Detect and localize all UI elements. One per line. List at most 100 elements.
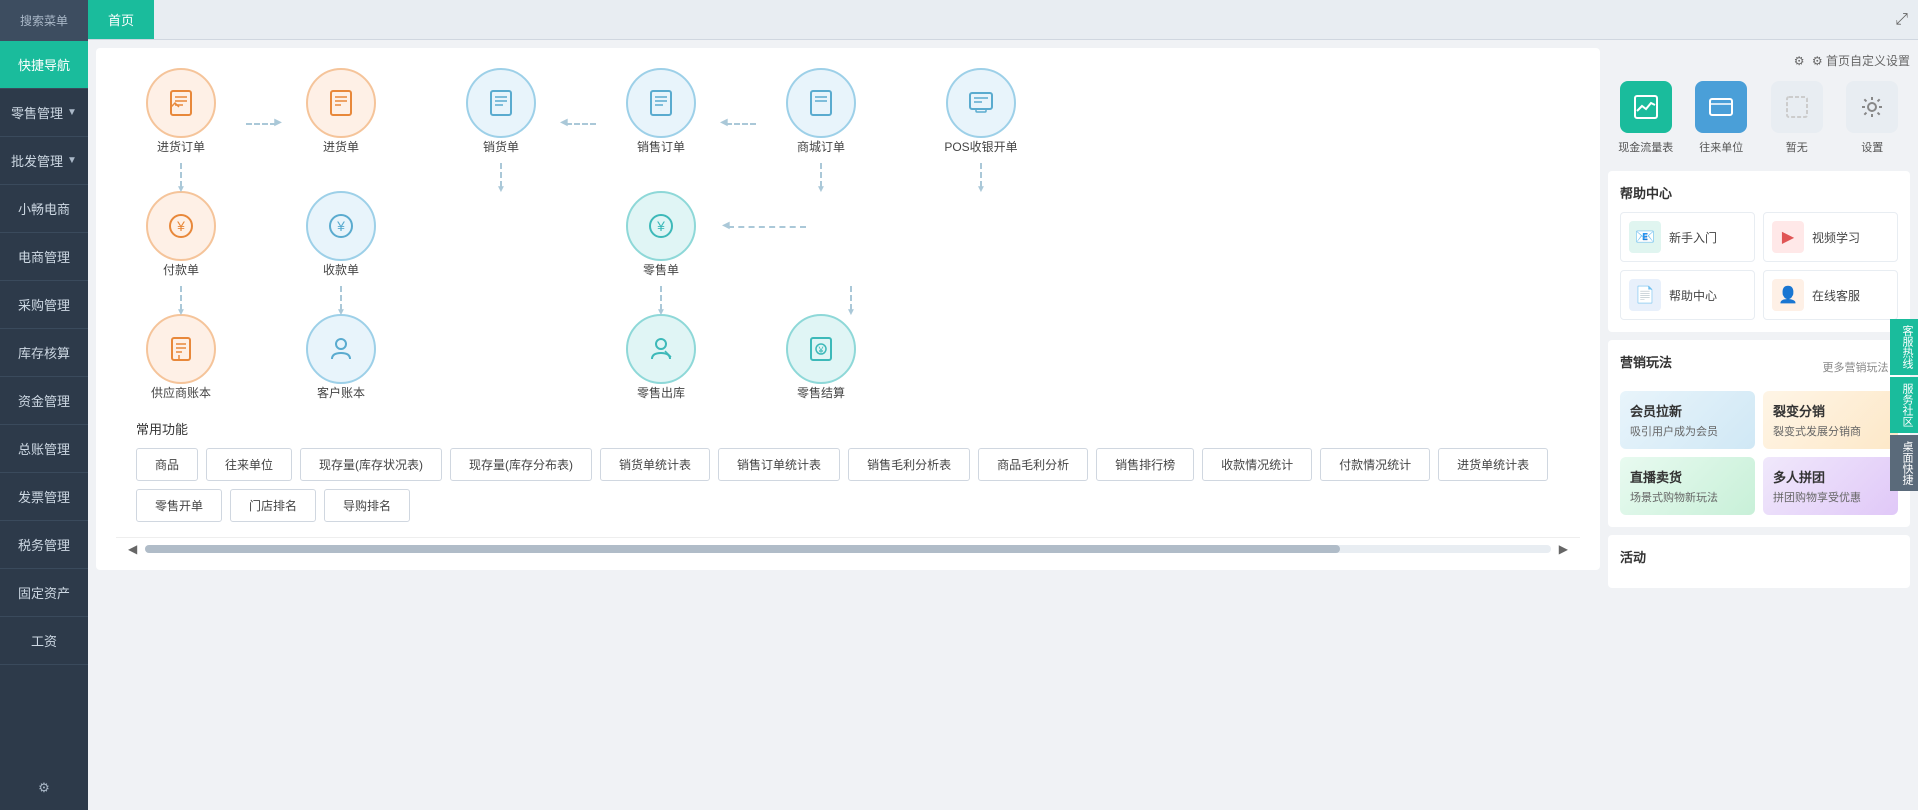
marketing-header: 营销玩法 更多营销玩法 > xyxy=(1620,352,1898,381)
cash-flow-label: 现金流量表 xyxy=(1618,139,1673,155)
help-item-service[interactable]: 👤 在线客服 xyxy=(1763,270,1898,320)
svg-text:¥: ¥ xyxy=(176,218,185,234)
sidebar-item-purchase-mgmt[interactable]: 采购管理 xyxy=(0,281,88,329)
flow-node-supplier-account[interactable]: 供应商账本 xyxy=(116,314,246,401)
flow-node-pos-cashier[interactable]: POS收银开单 xyxy=(916,68,1046,155)
partners-icon xyxy=(1695,81,1747,133)
func-btn-往来单位[interactable]: 往来单位 xyxy=(206,448,292,481)
service-label: 在线客服 xyxy=(1812,287,1860,304)
float-btn-customer-service[interactable]: 客服热线 xyxy=(1890,319,1918,375)
flow-node-mall-order[interactable]: 商城订单 xyxy=(756,68,886,155)
func-btn-销售订单统计表[interactable]: 销售订单统计表 xyxy=(718,448,840,481)
flow-node-retail-bill[interactable]: ◀ ¥ 零售单 xyxy=(596,191,726,278)
tab-bar: 首页 ⤢ xyxy=(88,0,1918,40)
retail-bill-icon: ¥ xyxy=(626,191,696,261)
partners-label: 往来单位 xyxy=(1699,139,1743,155)
fission-title: 裂变分销 xyxy=(1773,401,1888,420)
help-item-newbie[interactable]: 📧 新手入门 xyxy=(1620,212,1755,262)
purchase-bill-icon xyxy=(306,68,376,138)
func-btn-付款情况统计[interactable]: 付款情况统计 xyxy=(1320,448,1430,481)
func-buttons-container: 商品往来单位现存量(库存状况表)现存量(库存分布表)销货单统计表销售订单统计表销… xyxy=(136,448,1560,522)
member-title: 会员拉新 xyxy=(1630,401,1745,420)
float-btn-community[interactable]: 服务社区 xyxy=(1890,377,1918,433)
quick-icon-none[interactable]: 暂无 xyxy=(1763,81,1831,155)
sidebar-item-invoice-mgmt[interactable]: 发票管理 xyxy=(0,473,88,521)
sale-bill-icon xyxy=(466,68,536,138)
func-btn-收款情况统计[interactable]: 收款情况统计 xyxy=(1202,448,1312,481)
customer-account-label: 客户账本 xyxy=(317,384,365,401)
sale-bill-label: 销货单 xyxy=(483,138,519,155)
retail-outbound-icon xyxy=(626,314,696,384)
service-icon: 👤 xyxy=(1772,279,1804,311)
customize-header[interactable]: ⚙ ⚙ 首页自定义设置 xyxy=(1608,48,1910,73)
scroll-right-icon[interactable]: ▶ xyxy=(1555,542,1572,556)
chevron-down-icon: ▼ xyxy=(67,155,77,166)
customize-label: ⚙ 首页自定义设置 xyxy=(1812,54,1910,68)
flow-node-customer-account[interactable]: 客户账本 xyxy=(276,314,406,401)
scroll-left-icon[interactable]: ◀ xyxy=(124,542,141,556)
marketing-member[interactable]: 会员拉新 吸引用户成为会员 xyxy=(1620,391,1755,449)
marketing-more-link[interactable]: 更多营销玩法 > xyxy=(1823,359,1898,375)
scroll-track[interactable] xyxy=(145,545,1551,553)
func-btn-商品毛利分析[interactable]: 商品毛利分析 xyxy=(978,448,1088,481)
member-sub: 吸引用户成为会员 xyxy=(1630,423,1745,439)
func-btn-销货单统计表[interactable]: 销货单统计表 xyxy=(600,448,710,481)
payment-icon: ¥ xyxy=(146,191,216,261)
marketing-live[interactable]: 直播卖货 场景式购物新玩法 xyxy=(1620,457,1755,515)
flow-node-receipt[interactable]: ¥ 收款单 xyxy=(276,191,406,278)
sidebar-item-fixed-assets[interactable]: 固定资产 xyxy=(0,569,88,617)
help-item-help[interactable]: 📄 帮助中心 xyxy=(1620,270,1755,320)
video-icon: ▶ xyxy=(1772,221,1804,253)
sidebar-item-quick-nav[interactable]: 快捷导航 xyxy=(0,41,88,89)
flow-node-purchase-bill[interactable]: 进货单 xyxy=(276,68,406,155)
func-btn-进货单统计表[interactable]: 进货单统计表 xyxy=(1438,448,1548,481)
settings-icon-box xyxy=(1846,81,1898,133)
live-title: 直播卖货 xyxy=(1630,467,1745,486)
func-btn-导购排名[interactable]: 导购排名 xyxy=(324,489,410,522)
sidebar-item-salary[interactable]: 工资 xyxy=(0,617,88,665)
quick-icon-cash-flow[interactable]: 现金流量表 xyxy=(1612,81,1680,155)
sale-order-icon xyxy=(626,68,696,138)
tab-expand-icon[interactable]: ⤢ xyxy=(1885,3,1918,37)
tab-home[interactable]: 首页 xyxy=(88,0,154,39)
marketing-card: 营销玩法 更多营销玩法 > 会员拉新 吸引用户成为会员 裂变分销 裂变式发展分销… xyxy=(1608,340,1910,527)
svg-text:¥: ¥ xyxy=(336,218,345,234)
func-btn-现存量(库存分布表)[interactable]: 现存量(库存分布表) xyxy=(450,448,592,481)
func-btn-零售开单[interactable]: 零售开单 xyxy=(136,489,222,522)
sidebar-item-retail-mgmt[interactable]: 零售管理 ▼ xyxy=(0,89,88,137)
sidebar-item-ecommerce-small[interactable]: 小畅电商 xyxy=(0,185,88,233)
func-btn-门店排名[interactable]: 门店排名 xyxy=(230,489,316,522)
quick-icon-settings[interactable]: 设置 xyxy=(1839,81,1907,155)
flow-node-retail-outbound[interactable]: 零售出库 xyxy=(596,314,726,401)
flow-node-purchase-order[interactable]: 进货订单 xyxy=(116,68,246,155)
sidebar-item-finance-mgmt[interactable]: 资金管理 xyxy=(0,377,88,425)
content-area: 进货订单 ▶ 进货单 xyxy=(88,40,1918,810)
sidebar-item-ecommerce-mgmt[interactable]: 电商管理 xyxy=(0,233,88,281)
func-btn-销售毛利分析表[interactable]: 销售毛利分析表 xyxy=(848,448,970,481)
sidebar-item-general-ledger[interactable]: 总账管理 xyxy=(0,425,88,473)
sidebar-item-tax-mgmt[interactable]: 税务管理 xyxy=(0,521,88,569)
help-item-video[interactable]: ▶ 视频学习 xyxy=(1763,212,1898,262)
flow-node-sale-order[interactable]: 销售订单 xyxy=(596,68,726,155)
video-label: 视频学习 xyxy=(1812,229,1860,246)
func-btn-现存量(库存状况表)[interactable]: 现存量(库存状况表) xyxy=(300,448,442,481)
func-btn-商品[interactable]: 商品 xyxy=(136,448,198,481)
sidebar-settings-button[interactable]: ⚙ xyxy=(0,766,88,810)
flow-node-sale-bill[interactable]: 销货单 xyxy=(436,68,566,155)
quick-icon-partners[interactable]: 往来单位 xyxy=(1688,81,1756,155)
float-btn-desktop[interactable]: 桌面快捷 xyxy=(1890,435,1918,491)
mall-order-icon xyxy=(786,68,856,138)
flowchart-card: 进货订单 ▶ 进货单 xyxy=(96,48,1600,570)
common-functions: 常用功能 商品往来单位现存量(库存状况表)现存量(库存分布表)销货单统计表销售订… xyxy=(116,409,1580,537)
func-btn-销售排行榜[interactable]: 销售排行榜 xyxy=(1096,448,1194,481)
sidebar-item-wholesale-mgmt[interactable]: 批发管理 ▼ xyxy=(0,137,88,185)
flow-node-retail-settlement[interactable]: ¥ 零售结算 xyxy=(756,314,886,401)
marketing-fission[interactable]: 裂变分销 裂变式发展分销商 xyxy=(1763,391,1898,449)
float-buttons: 客服热线 服务社区 桌面快捷 xyxy=(1890,319,1918,491)
flow-node-payment[interactable]: ¥ 付款单 xyxy=(116,191,246,278)
mall-order-label: 商城订单 xyxy=(797,138,845,155)
cash-flow-icon xyxy=(1620,81,1672,133)
sidebar-search[interactable]: 搜索菜单 xyxy=(0,0,88,41)
marketing-group[interactable]: 多人拼团 拼团购物享受优惠 xyxy=(1763,457,1898,515)
sidebar-item-inventory[interactable]: 库存核算 xyxy=(0,329,88,377)
